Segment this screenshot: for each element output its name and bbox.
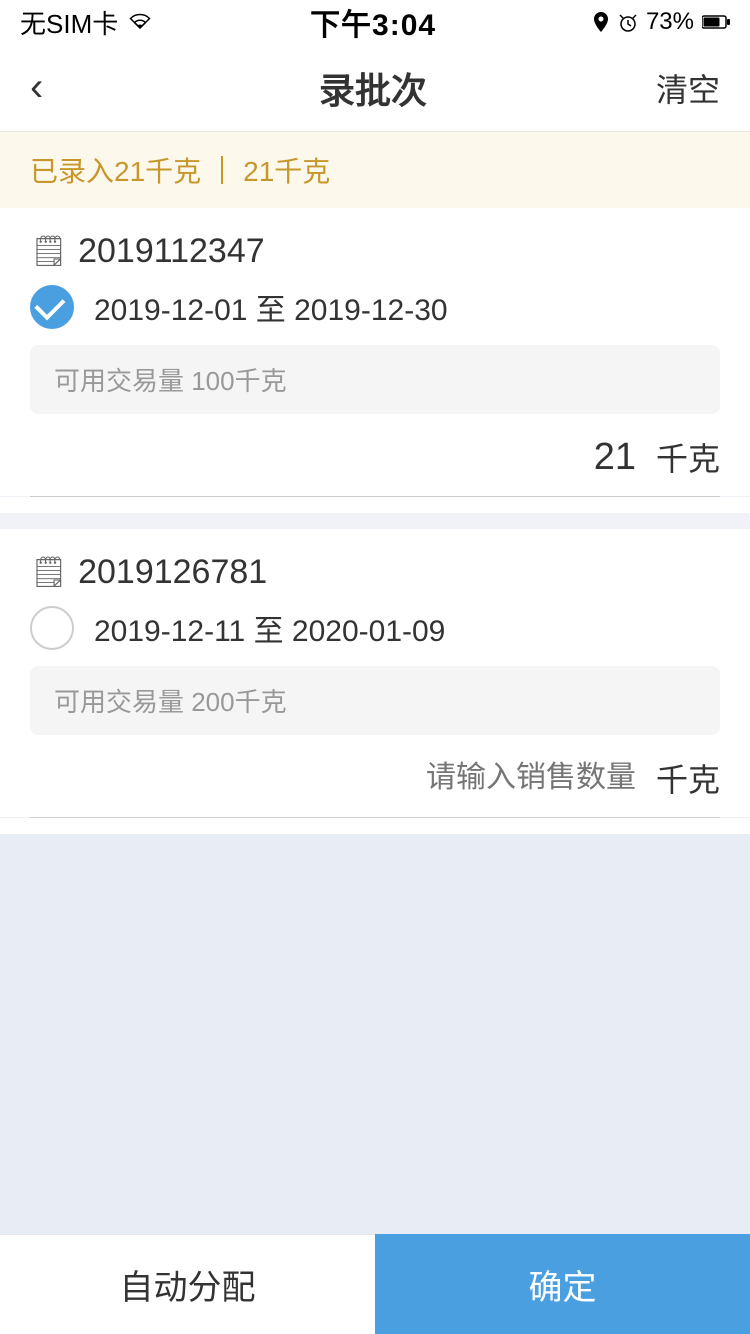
back-button[interactable]: ‹: [30, 65, 90, 110]
batch1-radio[interactable]: [30, 285, 74, 329]
wifi-icon: [126, 12, 154, 32]
batch2-id: 2019126781: [78, 553, 267, 592]
alarm-icon: [618, 11, 638, 33]
battery-percentage: 73%: [646, 8, 694, 36]
info-banner: 已录入21千克 21千克: [0, 132, 750, 208]
batch1-spacer: [0, 497, 750, 513]
separator-1: [0, 513, 750, 529]
status-time: 下午3:04: [310, 0, 436, 44]
banner-divider: [221, 156, 223, 184]
status-bar: 无SIM卡 下午3:04 73%: [0, 0, 750, 44]
batch2-spacer: [0, 818, 750, 834]
batch2-date-row[interactable]: 2019-12-11 至 2020-01-09: [30, 606, 720, 650]
confirm-button[interactable]: 确定: [375, 1234, 750, 1334]
battery-icon: [702, 15, 730, 29]
batch2-unit: 千克: [656, 755, 720, 801]
batch1-quantity-row: 千克: [0, 414, 750, 496]
clear-button[interactable]: 清空: [656, 65, 720, 111]
no-sim-text: 无SIM卡: [20, 4, 118, 41]
batch1-doc-icon: 🗒: [30, 234, 68, 269]
batch2-quantity-input[interactable]: [250, 761, 636, 795]
bottom-bar: 自动分配 确定: [0, 1234, 750, 1334]
batch1-id: 2019112347: [78, 232, 265, 271]
empty-area: [0, 834, 750, 1274]
batch-card-1: 🗒 2019112347 2019-12-01 至 2019-12-30 可用交…: [0, 208, 750, 414]
batch-card-2: 🗒 2019126781 2019-12-11 至 2020-01-09 可用交…: [0, 529, 750, 735]
batch2-doc-icon: 🗒: [30, 555, 68, 590]
batch1-unit: 千克: [656, 434, 720, 480]
auto-distribute-button[interactable]: 自动分配: [0, 1234, 375, 1334]
batch1-available: 可用交易量 100千克: [30, 345, 720, 414]
batch1-quantity-input[interactable]: [147, 436, 636, 479]
batch1-date-row[interactable]: 2019-12-01 至 2019-12-30: [30, 285, 720, 329]
status-left: 无SIM卡: [20, 4, 154, 41]
batch2-radio[interactable]: [30, 606, 74, 650]
batch1-date: 2019-12-01 至 2019-12-30: [94, 285, 448, 329]
location-icon: [592, 11, 610, 33]
batch2-header: 🗒 2019126781: [30, 553, 720, 592]
recorded-label: 已录入21千克: [30, 150, 201, 190]
batch2-available: 可用交易量 200千克: [30, 666, 720, 735]
batch2-date: 2019-12-11 至 2020-01-09: [94, 606, 445, 650]
batch2-quantity-row: 千克: [0, 735, 750, 817]
recorded-value: 21千克: [243, 150, 330, 190]
page-title: 录批次: [319, 62, 427, 114]
nav-bar: ‹ 录批次 清空: [0, 44, 750, 132]
batch1-header: 🗒 2019112347: [30, 232, 720, 271]
status-right: 73%: [592, 8, 730, 36]
